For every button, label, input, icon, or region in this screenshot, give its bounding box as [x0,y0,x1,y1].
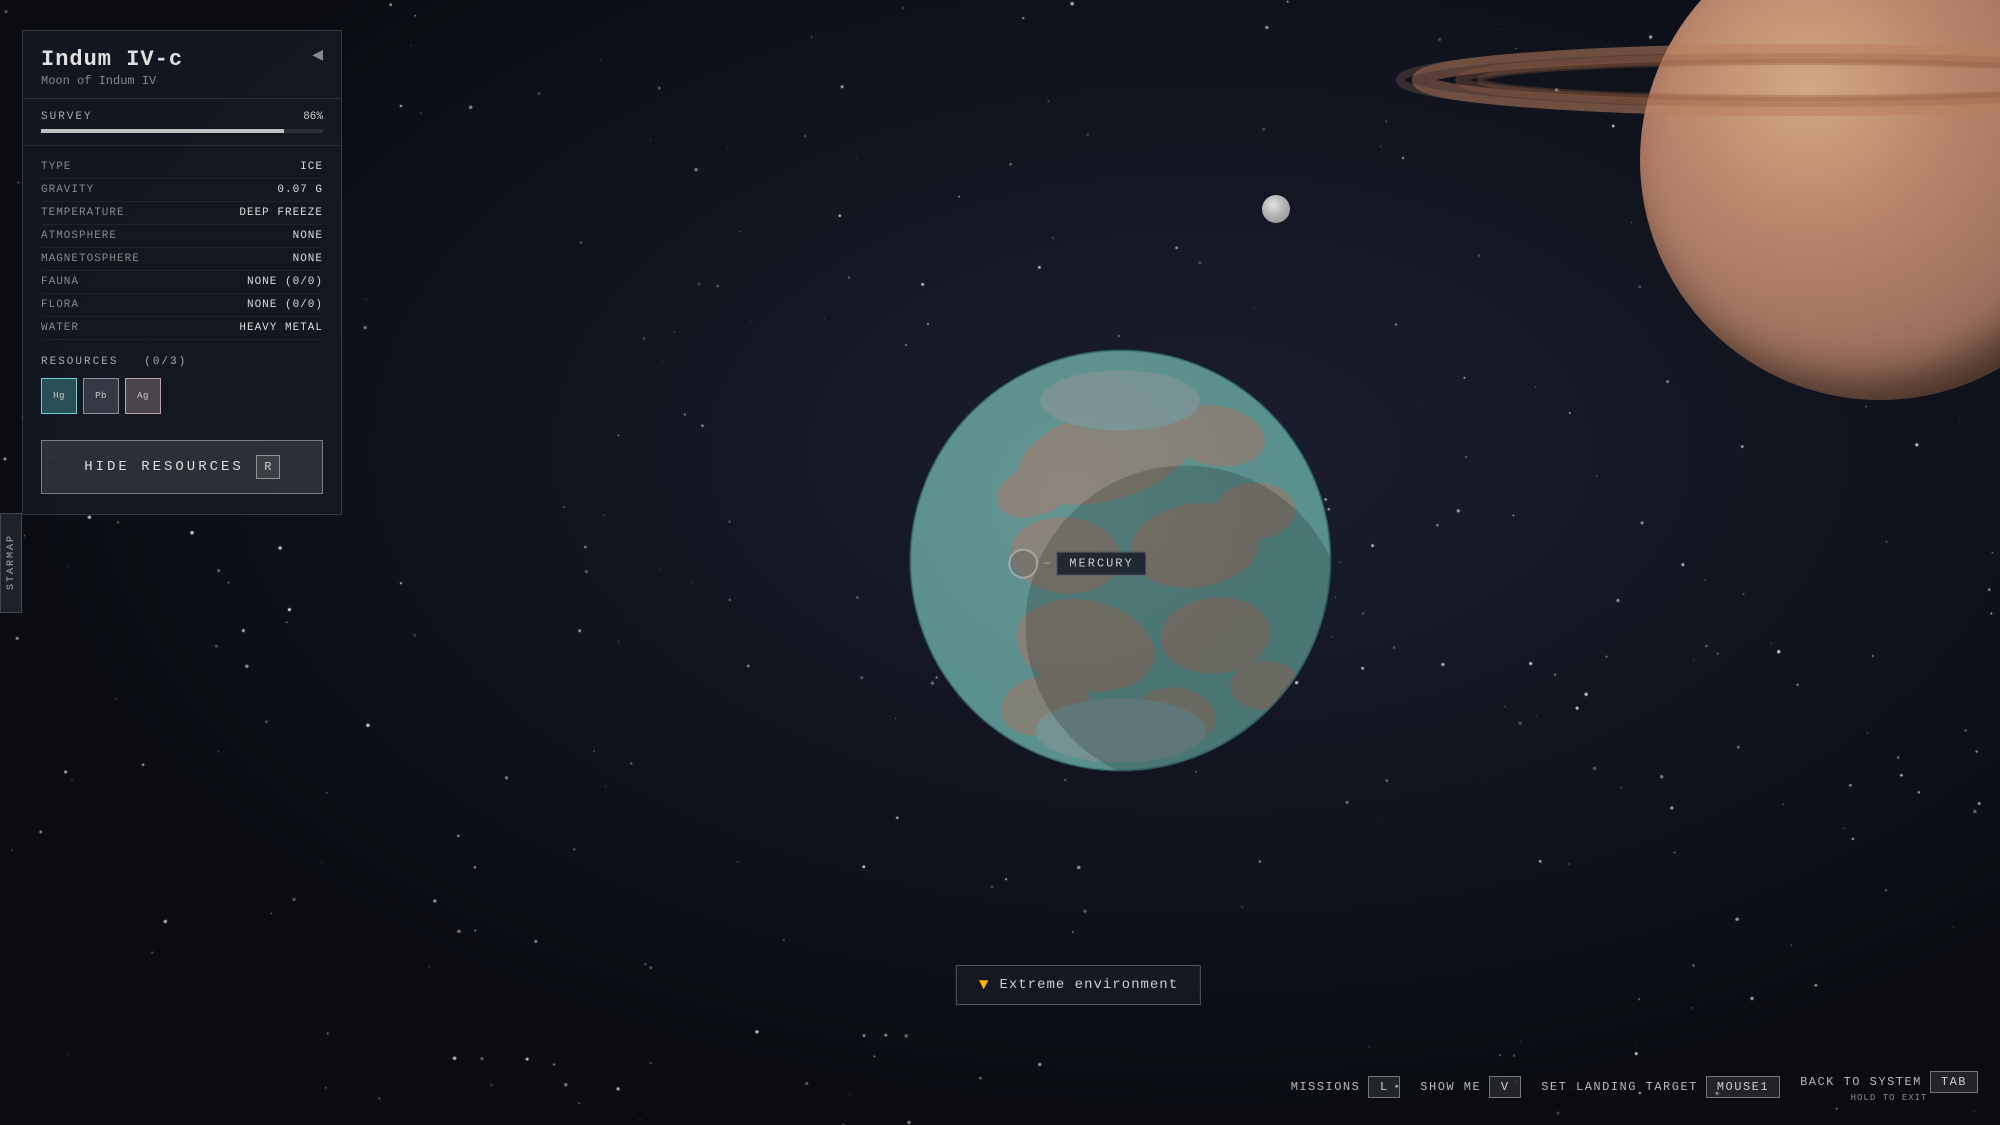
stat-label-flora: FLORA [41,299,79,311]
resource-pb: Pb [83,378,119,414]
stat-value-fauna: NONE (0/0) [247,276,323,288]
stat-label-magnetosphere: MAGNETOSPHERE [41,253,140,265]
panel-header: Indum IV-c Moon of Indum IV ◀ [23,31,341,99]
back-sub: HOLD TO EXIT [1851,1093,1928,1103]
survey-bar-fill [41,129,284,133]
hud-back-to-system[interactable]: BACK TO SYSTEM TAB HOLD TO EXIT [1800,1071,1978,1103]
mercury-target-circle [1008,548,1038,578]
saturn-planet [1540,0,2000,500]
survey-label: SURVEY [41,111,93,123]
stat-row-type: TYPE ICE [41,156,323,179]
left-panel: Indum IV-c Moon of Indum IV ◀ SURVEY 86%… [22,30,342,515]
extreme-warning-text: Extreme environment [999,977,1178,993]
show-me-label: SHOW ME [1420,1080,1481,1094]
stat-label-atmosphere: ATMOSPHERE [41,230,117,242]
bottom-hud: MISSIONS L SHOW ME V SET LANDING TARGET … [1291,1071,1978,1103]
resource-ag: Ag [125,378,161,414]
starmap-toggle[interactable]: STARMAP [0,513,22,613]
stats-table: TYPE ICE GRAVITY 0.07 G TEMPERATURE DEEP… [23,156,341,340]
stat-row-water: WATER HEAVY METAL [41,317,323,340]
show-me-key[interactable]: V [1489,1076,1521,1098]
landing-key[interactable]: MOUSE1 [1706,1076,1780,1098]
resource-hg-label: Hg [53,391,65,401]
hide-resources-text: HIDE RESOURCES [84,459,244,475]
missions-key[interactable]: L [1368,1076,1400,1098]
mercury-line [1044,563,1050,564]
stat-row-flora: FLORA NONE (0/0) [41,294,323,317]
resource-ag-label: Ag [137,391,149,401]
stat-value-flora: NONE (0/0) [247,299,323,311]
stat-value-gravity: 0.07 G [277,184,323,196]
resources-label: RESOURCES [41,356,118,368]
stat-row-magnetosphere: MAGNETOSPHERE NONE [41,248,323,271]
small-moon [1262,195,1290,223]
stat-row-fauna: FAUNA NONE (0/0) [41,271,323,294]
survey-pct: 86% [303,111,323,123]
stat-row-atmosphere: ATMOSPHERE NONE [41,225,323,248]
resource-pb-label: Pb [95,391,107,401]
stat-label-fauna: FAUNA [41,276,79,288]
stat-row-temperature: TEMPERATURE DEEP FREEZE [41,202,323,225]
stat-value-atmosphere: NONE [293,230,323,242]
stat-value-water: HEAVY METAL [239,322,323,334]
survey-section: SURVEY 86% [23,99,341,146]
missions-label: MISSIONS [1291,1080,1361,1094]
stat-label-temperature: TEMPERATURE [41,207,125,219]
resource-hg: Hg [41,378,77,414]
stat-value-temperature: DEEP FREEZE [239,207,323,219]
hide-resources-button[interactable]: HIDE RESOURCES R [41,440,323,494]
stat-label-type: TYPE [41,161,71,173]
resources-header: RESOURCES (0/3) [41,356,323,368]
planet-subtitle: Moon of Indum IV [41,74,183,88]
stat-label-water: WATER [41,322,79,334]
collapse-arrow[interactable]: ◀ [312,47,323,64]
hide-resources-key: R [256,455,280,479]
back-label: BACK TO SYSTEM [1800,1075,1922,1089]
starmap-label: STARMAP [6,534,17,590]
back-key[interactable]: TAB [1930,1071,1978,1093]
resource-icons: Hg Pb Ag [41,378,323,414]
warning-icon: ▼ [979,976,990,994]
survey-bar-bg [41,129,323,133]
hud-missions[interactable]: MISSIONS L [1291,1076,1401,1098]
stat-row-gravity: GRAVITY 0.07 G [41,179,323,202]
planet-name: Indum IV-c [41,47,183,72]
landing-label: SET LANDING TARGET [1541,1080,1698,1094]
stat-value-magnetosphere: NONE [293,253,323,265]
extreme-warning: ▼ Extreme environment [956,965,1201,1005]
hud-show-me[interactable]: SHOW ME V [1420,1076,1521,1098]
stat-value-type: ICE [300,161,323,173]
mercury-label-container: MERCURY [1008,548,1146,578]
hud-landing[interactable]: SET LANDING TARGET MOUSE1 [1541,1076,1780,1098]
resources-count: (0/3) [144,356,187,368]
stat-label-gravity: GRAVITY [41,184,94,196]
resources-section: RESOURCES (0/3) Hg Pb Ag [23,346,341,424]
mercury-label: MERCURY [1056,551,1146,575]
saturn-body [1640,0,2000,400]
